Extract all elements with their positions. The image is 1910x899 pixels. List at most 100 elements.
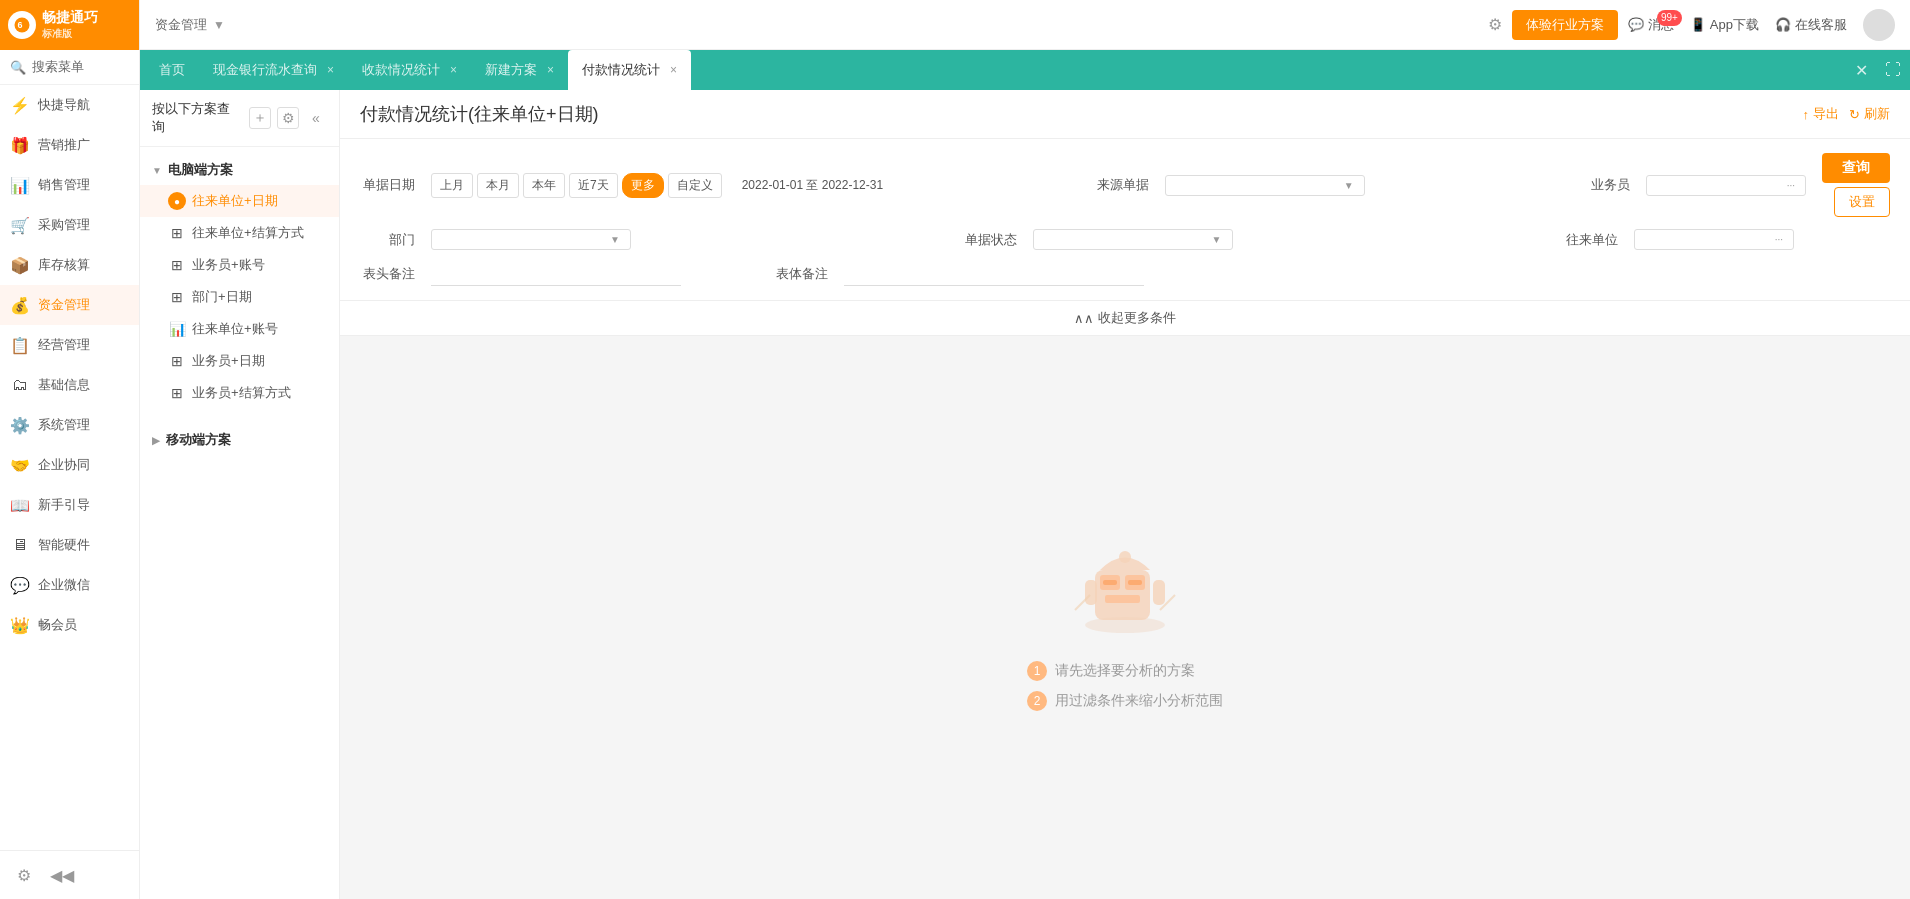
date-btn-more[interactable]: 更多 bbox=[622, 173, 664, 198]
doc-status-select[interactable]: ▼ bbox=[1033, 229, 1233, 250]
tab-home[interactable]: 首页 bbox=[145, 50, 199, 90]
messages-btn[interactable]: 💬 消息 99+ bbox=[1628, 16, 1674, 34]
date-btn-this-month[interactable]: 本月 bbox=[477, 173, 519, 198]
tip-text-1: 请先选择要分析的方案 bbox=[1055, 662, 1195, 680]
app-name: 畅捷通巧 bbox=[42, 9, 98, 27]
date-btn-custom[interactable]: 自定义 bbox=[668, 173, 722, 198]
sales-icon: 📊 bbox=[10, 175, 30, 195]
tip-num-2: 2 bbox=[1027, 691, 1047, 711]
tab-bank[interactable]: 现金银行流水查询 × bbox=[199, 50, 348, 90]
filter-settings-btn[interactable]: 设置 bbox=[1834, 187, 1890, 217]
refresh-btn[interactable]: ↻ 刷新 bbox=[1849, 105, 1890, 123]
tree-item-partner-settlement[interactable]: ⊞ 往来单位+结算方式 bbox=[140, 217, 339, 249]
headset-icon: 🎧 bbox=[1775, 17, 1791, 32]
export-icon: ↑ bbox=[1803, 107, 1810, 122]
panel-collapse-btn[interactable]: « bbox=[305, 107, 327, 129]
topbar-settings-btn[interactable]: ⚙ bbox=[1488, 15, 1502, 34]
tree-mobile-header[interactable]: ▶ 移动端方案 bbox=[140, 425, 339, 455]
tab-payment-close[interactable]: × bbox=[670, 63, 677, 77]
salesman-select[interactable]: ··· bbox=[1646, 175, 1806, 196]
sidebar-label-member: 畅会员 bbox=[38, 616, 77, 634]
sidebar-item-sales[interactable]: 📊 销售管理 bbox=[0, 165, 139, 205]
tree-item-salesman-date[interactable]: ⊞ 业务员+日期 bbox=[140, 345, 339, 377]
tree-item-partner-date[interactable]: ● 往来单位+日期 bbox=[140, 185, 339, 217]
tab-bank-close[interactable]: × bbox=[327, 63, 334, 77]
online-service-btn[interactable]: 🎧 在线客服 bbox=[1775, 16, 1847, 34]
sidebar-label-purchase: 采购管理 bbox=[38, 216, 90, 234]
sidebar-item-wechat[interactable]: 💬 企业微信 bbox=[0, 565, 139, 605]
tree-pc-arrow: ▼ bbox=[152, 165, 162, 176]
sidebar-item-basic[interactable]: 🗂 基础信息 bbox=[0, 365, 139, 405]
tab-new-plan[interactable]: 新建方案 × bbox=[471, 50, 568, 90]
date-btn-this-year[interactable]: 本年 bbox=[523, 173, 565, 198]
header-note-input[interactable] bbox=[431, 262, 681, 286]
dept-select[interactable]: ▼ bbox=[431, 229, 631, 250]
body-note-input[interactable] bbox=[844, 262, 1144, 286]
partner-arrow: ··· bbox=[1775, 234, 1783, 245]
empty-tips: 1 请先选择要分析的方案 2 用过滤条件来缩小分析范围 bbox=[1027, 661, 1223, 711]
partner-select[interactable]: ··· bbox=[1634, 229, 1794, 250]
tab-receivable-label: 收款情况统计 bbox=[362, 61, 440, 79]
date-btn-last-month[interactable]: 上月 bbox=[431, 173, 473, 198]
sidebar-item-member[interactable]: 👑 畅会员 bbox=[0, 605, 139, 645]
sidebar-label-finance: 资金管理 bbox=[38, 296, 90, 314]
trial-btn[interactable]: 体验行业方案 bbox=[1512, 10, 1618, 40]
logo-icon: 6 bbox=[8, 11, 36, 39]
plan-settings-btn[interactable]: ⚙ bbox=[277, 107, 299, 129]
sidebar-label-guide: 新手引导 bbox=[38, 496, 90, 514]
sidebar-item-marketing[interactable]: 🎁 营销推广 bbox=[0, 125, 139, 165]
sidebar-item-system[interactable]: ⚙️ 系统管理 bbox=[0, 405, 139, 445]
sidebar-item-operations[interactable]: 📋 经营管理 bbox=[0, 325, 139, 365]
sidebar-item-inventory[interactable]: 📦 库存核算 bbox=[0, 245, 139, 285]
wechat-icon: 💬 bbox=[10, 575, 30, 595]
tree-item-salesman-account[interactable]: ⊞ 业务员+账号 bbox=[140, 249, 339, 281]
refresh-icon: ↻ bbox=[1849, 107, 1860, 122]
sidebar-item-cooperation[interactable]: 🤝 企业协同 bbox=[0, 445, 139, 485]
svg-rect-7 bbox=[1128, 580, 1142, 585]
tab-new-plan-close[interactable]: × bbox=[547, 63, 554, 77]
breadcrumb-text: 资金管理 bbox=[155, 16, 207, 34]
user-avatar[interactable] bbox=[1863, 9, 1895, 41]
tree-item-salesman-settlement[interactable]: ⊞ 业务员+结算方式 bbox=[140, 377, 339, 409]
basic-icon: 🗂 bbox=[10, 375, 30, 395]
tree-item-salesman-settlement-label: 业务员+结算方式 bbox=[192, 384, 291, 402]
tab-receivable[interactable]: 收款情况统计 × bbox=[348, 50, 471, 90]
tree-item-dept-date[interactable]: ⊞ 部门+日期 bbox=[140, 281, 339, 313]
window-maximize-btn[interactable]: ⛶ bbox=[1881, 58, 1905, 82]
tree-pc-header[interactable]: ▼ 电脑端方案 bbox=[140, 155, 339, 185]
breadcrumb-arrow: ▼ bbox=[213, 18, 225, 32]
table-icon-1: ⊞ bbox=[168, 224, 186, 242]
sidebar-label-inventory: 库存核算 bbox=[38, 256, 90, 274]
operations-icon: 📋 bbox=[10, 335, 30, 355]
app-download-btn[interactable]: 📱 App下载 bbox=[1690, 16, 1759, 34]
date-btn-last-7[interactable]: 近7天 bbox=[569, 173, 618, 198]
query-area: 查询 设置 bbox=[1822, 153, 1890, 217]
breadcrumb: 资金管理 ▼ bbox=[155, 16, 1478, 34]
sidebar-label-wechat: 企业微信 bbox=[38, 576, 90, 594]
window-close-btn[interactable]: ✕ bbox=[1849, 58, 1873, 82]
sidebar-item-quick-nav[interactable]: ⚡ 快捷导航 bbox=[0, 85, 139, 125]
sidebar-item-guide[interactable]: 📖 新手引导 bbox=[0, 485, 139, 525]
query-btn[interactable]: 查询 bbox=[1822, 153, 1890, 183]
filter-area: 单据日期 上月 本月 本年 近7天 更多 自定义 2022-01-01 至 20… bbox=[340, 139, 1910, 301]
sidebar-settings-btn[interactable]: ⚙ bbox=[10, 861, 38, 889]
tree-item-salesman-account-label: 业务员+账号 bbox=[192, 256, 265, 274]
source-doc-select[interactable]: ▼ bbox=[1165, 175, 1365, 196]
left-panel-title: 按以下方案查询 bbox=[152, 100, 241, 136]
collapse-more-btn[interactable]: ∧∧ 收起更多条件 bbox=[1074, 309, 1176, 327]
tab-receivable-close[interactable]: × bbox=[450, 63, 457, 77]
add-plan-btn[interactable]: ＋ bbox=[249, 107, 271, 129]
tree-pc-label: 电脑端方案 bbox=[168, 161, 233, 179]
cooperation-icon: 🤝 bbox=[10, 455, 30, 475]
tab-payment[interactable]: 付款情况统计 × bbox=[568, 50, 691, 90]
sidebar-item-finance[interactable]: 💰 资金管理 bbox=[0, 285, 139, 325]
sidebar-item-hardware[interactable]: 🖥 智能硬件 bbox=[0, 525, 139, 565]
table-icon-4: ⊞ bbox=[168, 352, 186, 370]
sidebar-item-purchase[interactable]: 🛒 采购管理 bbox=[0, 205, 139, 245]
sidebar-collapse-btn[interactable]: ◀◀ bbox=[48, 861, 76, 889]
tree-item-partner-account[interactable]: 📊 往来单位+账号 bbox=[140, 313, 339, 345]
main-area: 资金管理 ▼ ⚙ 体验行业方案 💬 消息 99+ 📱 App下载 🎧 在线客服 … bbox=[140, 0, 1910, 899]
export-label: 导出 bbox=[1813, 105, 1839, 123]
search-menu[interactable]: 🔍 搜索菜单 bbox=[0, 50, 139, 85]
export-btn[interactable]: ↑ 导出 bbox=[1803, 105, 1840, 123]
